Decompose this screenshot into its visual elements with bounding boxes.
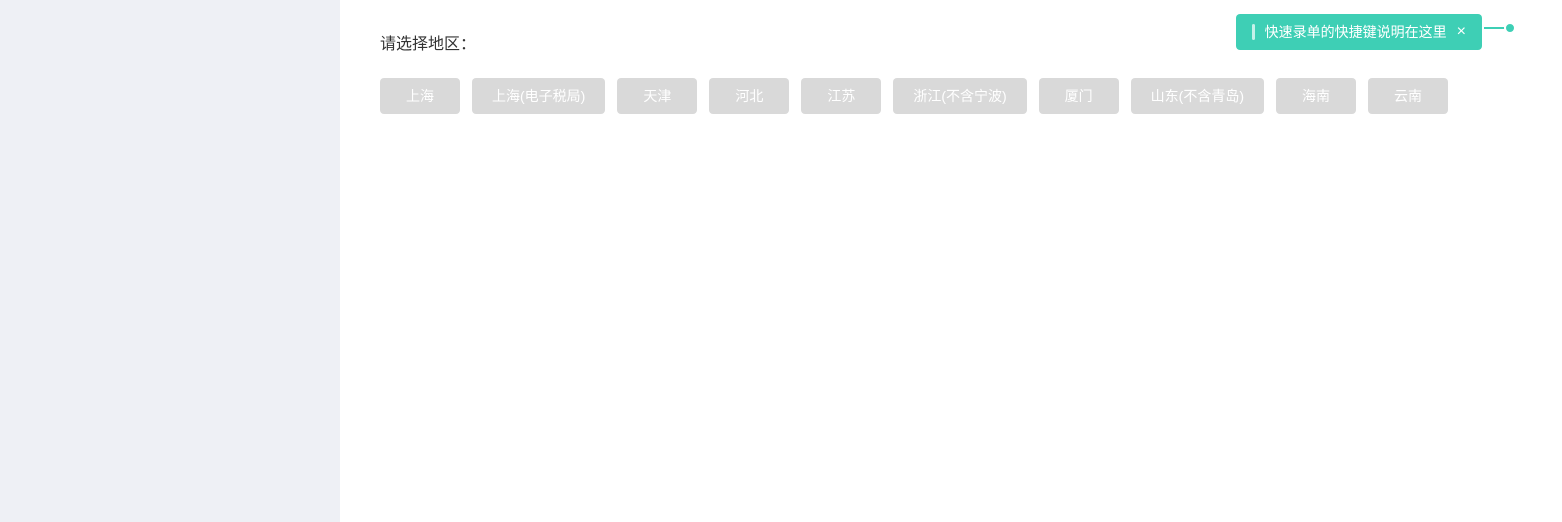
region-button[interactable]: 海南 — [1276, 78, 1356, 114]
region-button[interactable]: 江苏 — [801, 78, 881, 114]
region-button[interactable]: 上海(电子税局) — [472, 78, 605, 114]
region-button[interactable]: 上海 — [380, 78, 460, 114]
tooltip-banner: 快速录单的快捷键说明在这里 × — [1236, 14, 1482, 50]
region-button[interactable]: 河北 — [709, 78, 789, 114]
region-button[interactable]: 厦门 — [1039, 78, 1119, 114]
main-content: 请选择地区： 上海上海(电子税局)天津河北江苏浙江(不含宁波)厦门山东(不含青岛… — [340, 0, 1562, 522]
tooltip-text: 快速录单的快捷键说明在这里 — [1265, 22, 1447, 42]
region-button[interactable]: 天津 — [617, 78, 697, 114]
region-button[interactable]: 山东(不含青岛) — [1131, 78, 1264, 114]
region-button[interactable]: 浙江(不含宁波) — [893, 78, 1026, 114]
bar-icon — [1252, 24, 1255, 40]
tooltip-dot — [1504, 22, 1516, 34]
sidebar — [0, 0, 340, 522]
region-button[interactable]: 云南 — [1368, 78, 1448, 114]
region-buttons: 上海上海(电子税局) 天津河北江苏浙江(不含宁波) 厦门山东(不含青岛) 海南云南 — [380, 78, 1522, 114]
tooltip-close-button[interactable]: × — [1457, 24, 1466, 40]
